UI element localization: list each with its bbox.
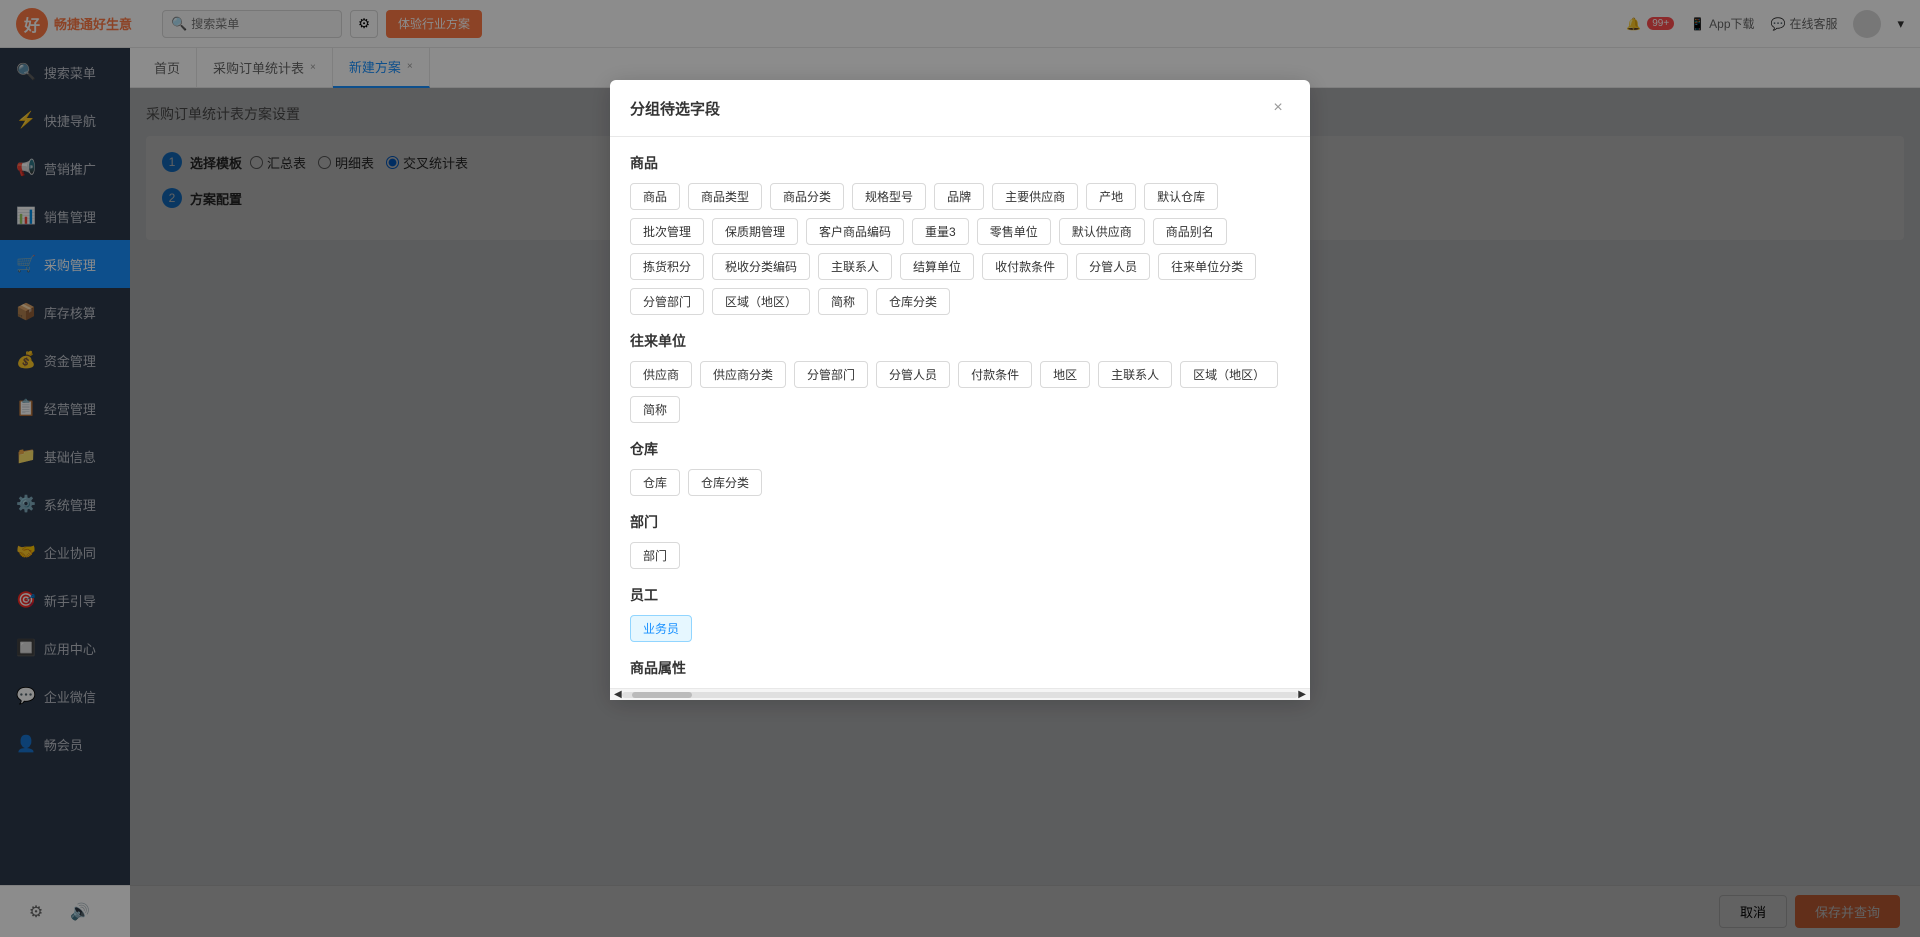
field-tag-0-5[interactable]: 主要供应商 [992, 183, 1078, 210]
field-tag-0-7[interactable]: 默认仓库 [1144, 183, 1218, 210]
field-tag-0-24[interactable]: 简称 [818, 288, 868, 315]
section-title-5: 商品属性 [630, 658, 1290, 678]
field-tag-1-6[interactable]: 主联系人 [1098, 361, 1172, 388]
section-title-2: 仓库 [630, 439, 1290, 459]
field-tag-0-3[interactable]: 规格型号 [852, 183, 926, 210]
field-tag-0-17[interactable]: 主联系人 [818, 253, 892, 280]
field-tag-1-5[interactable]: 地区 [1040, 361, 1090, 388]
field-tag-0-1[interactable]: 商品类型 [688, 183, 762, 210]
field-tag-0-22[interactable]: 分管部门 [630, 288, 704, 315]
field-section-4: 员工业务员 [630, 585, 1290, 642]
field-tag-0-8[interactable]: 批次管理 [630, 218, 704, 245]
field-tag-0-20[interactable]: 分管人员 [1076, 253, 1150, 280]
modal-header: 分组待选字段 × [610, 80, 1310, 137]
section-title-3: 部门 [630, 512, 1290, 532]
hscroll-right-arrow[interactable]: ▶ [1298, 689, 1306, 700]
field-tag-1-3[interactable]: 分管人员 [876, 361, 950, 388]
section-title-4: 员工 [630, 585, 1290, 605]
field-tag-0-10[interactable]: 客户商品编码 [806, 218, 904, 245]
hscroll-track [622, 692, 1299, 698]
section-title-0: 商品 [630, 153, 1290, 173]
field-tag-0-6[interactable]: 产地 [1086, 183, 1136, 210]
field-tag-0-18[interactable]: 结算单位 [900, 253, 974, 280]
field-tag-0-19[interactable]: 收付款条件 [982, 253, 1068, 280]
hscroll-left-arrow[interactable]: ◀ [614, 689, 622, 700]
field-section-0: 商品商品商品类型商品分类规格型号品牌主要供应商产地默认仓库批次管理保质期管理客户… [630, 153, 1290, 315]
field-section-2: 仓库仓库仓库分类 [630, 439, 1290, 496]
modal-title: 分组待选字段 [630, 98, 720, 119]
field-tag-1-4[interactable]: 付款条件 [958, 361, 1032, 388]
field-tag-0-11[interactable]: 重量3 [912, 218, 969, 245]
field-tags-2: 仓库仓库分类 [630, 469, 1290, 496]
field-tags-0: 商品商品类型商品分类规格型号品牌主要供应商产地默认仓库批次管理保质期管理客户商品… [630, 183, 1290, 315]
field-tag-1-7[interactable]: 区域（地区） [1180, 361, 1278, 388]
field-tags-4: 业务员 [630, 615, 1290, 642]
field-tag-0-23[interactable]: 区域（地区） [712, 288, 810, 315]
field-tag-0-13[interactable]: 默认供应商 [1059, 218, 1145, 245]
field-tag-3-0[interactable]: 部门 [630, 542, 680, 569]
hscroll-thumb[interactable] [632, 692, 692, 698]
field-tag-4-0[interactable]: 业务员 [630, 615, 692, 642]
modal-hscrollbar[interactable]: ◀ ▶ [610, 688, 1310, 700]
modal-body[interactable]: 商品商品商品类型商品分类规格型号品牌主要供应商产地默认仓库批次管理保质期管理客户… [610, 137, 1310, 688]
field-tag-1-0[interactable]: 供应商 [630, 361, 692, 388]
field-tag-0-14[interactable]: 商品别名 [1153, 218, 1227, 245]
modal-overlay: 分组待选字段 × 商品商品商品类型商品分类规格型号品牌主要供应商产地默认仓库批次… [0, 0, 1920, 937]
modal: 分组待选字段 × 商品商品商品类型商品分类规格型号品牌主要供应商产地默认仓库批次… [610, 80, 1310, 700]
field-tag-0-15[interactable]: 拣货积分 [630, 253, 704, 280]
section-title-1: 往来单位 [630, 331, 1290, 351]
field-tag-1-1[interactable]: 供应商分类 [700, 361, 786, 388]
modal-close-button[interactable]: × [1266, 96, 1290, 120]
field-tag-0-12[interactable]: 零售单位 [977, 218, 1051, 245]
field-tag-0-2[interactable]: 商品分类 [770, 183, 844, 210]
field-section-1: 往来单位供应商供应商分类分管部门分管人员付款条件地区主联系人区域（地区） 简称 [630, 331, 1290, 423]
field-tag-0-9[interactable]: 保质期管理 [712, 218, 798, 245]
field-tag-0-16[interactable]: 税收分类编码 [712, 253, 810, 280]
field-tags-1: 供应商供应商分类分管部门分管人员付款条件地区主联系人区域（地区） 简称 [630, 361, 1290, 423]
field-section-5: 商品属性属性颜色多规格尺码鞋码1 [630, 658, 1290, 688]
field-tag-0-4[interactable]: 品牌 [934, 183, 984, 210]
field-tag-0-25[interactable]: 仓库分类 [876, 288, 950, 315]
field-tag-2-1[interactable]: 仓库分类 [688, 469, 762, 496]
field-section-3: 部门部门 [630, 512, 1290, 569]
field-tag-2-0[interactable]: 仓库 [630, 469, 680, 496]
field-tag-0-21[interactable]: 往来单位分类 [1158, 253, 1256, 280]
field-tags-3: 部门 [630, 542, 1290, 569]
field-tag-1-2[interactable]: 分管部门 [794, 361, 868, 388]
field-tag-1-8[interactable]: 简称 [630, 396, 680, 423]
field-tag-0-0[interactable]: 商品 [630, 183, 680, 210]
